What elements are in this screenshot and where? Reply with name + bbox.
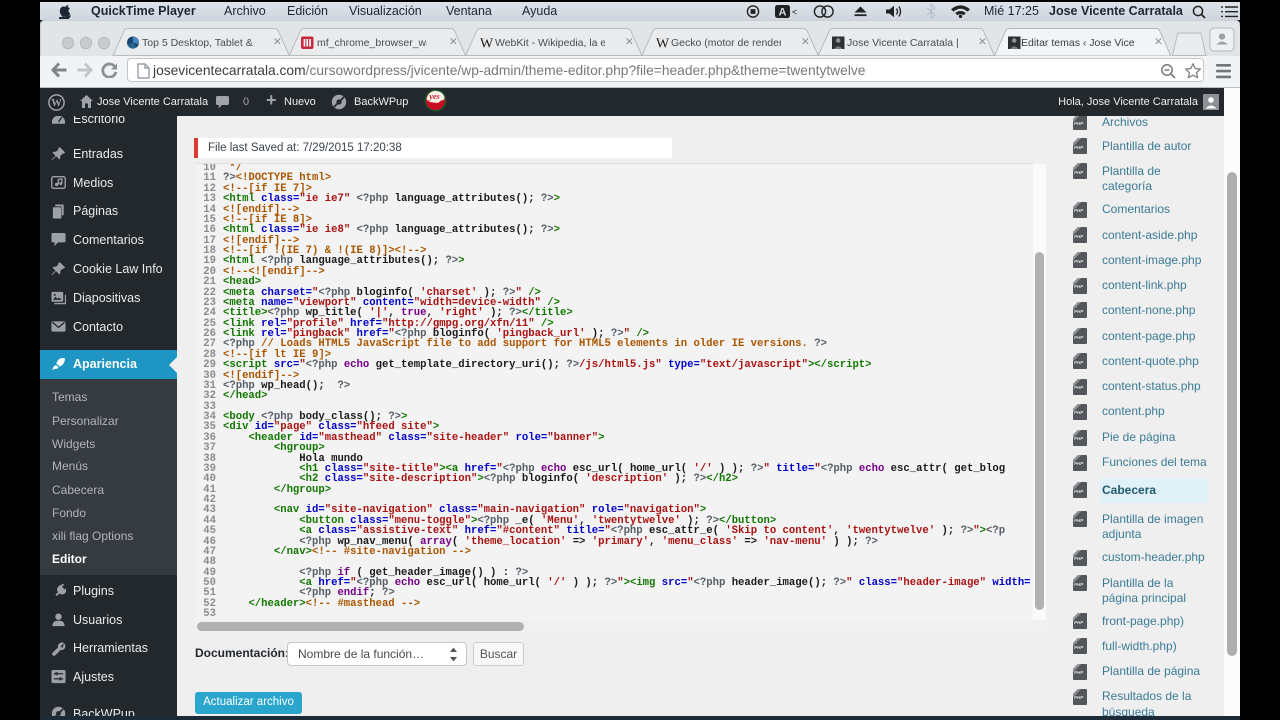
svg-text:A: A [779,7,787,19]
svg-text:W: W [480,37,494,52]
svg-text:yes: yes [428,92,439,101]
svg-text:W: W [656,37,670,52]
svg-text:W: W [51,98,62,109]
svg-text:<: < [792,7,797,17]
